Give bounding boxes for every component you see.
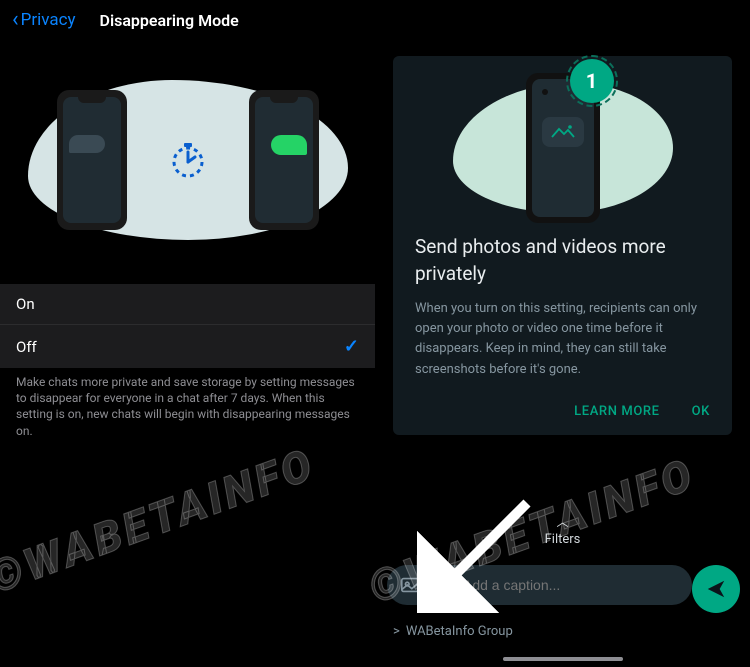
footer-note: Make chats more private and save storage…	[0, 368, 375, 439]
dialog-illustration: 1	[415, 78, 710, 218]
dialog-body: When you turn on this setting, recipient…	[415, 299, 710, 380]
back-label: Privacy	[21, 10, 76, 30]
dialog-actions: LEARN MORE OK	[415, 404, 710, 419]
option-label: Off	[16, 338, 37, 356]
back-button[interactable]: ‹ Privacy	[12, 10, 76, 30]
chevron-up-icon: ︿	[375, 513, 750, 530]
chevron-left-icon: ‹	[12, 11, 19, 29]
filters-label: Filters	[545, 532, 581, 547]
view-once-toggle-icon[interactable]: 1	[431, 574, 453, 596]
phone-illustration-right	[249, 90, 319, 230]
option-on[interactable]: On	[0, 284, 375, 325]
chevron-right-icon: >	[393, 624, 400, 639]
android-media-panel: 1 Send photos and videos more privately …	[375, 0, 750, 667]
recipient-chip[interactable]: > WABetaInfo Group	[393, 624, 513, 639]
caption-bar: 1	[387, 565, 692, 605]
dialog-heading: Send photos and videos more privately	[415, 234, 710, 287]
send-icon	[705, 578, 727, 600]
page-title: Disappearing Mode	[100, 11, 239, 30]
learn-more-button[interactable]: LEARN MORE	[574, 404, 659, 419]
filters-toggle[interactable]: ︿ Filters	[375, 513, 750, 547]
send-button[interactable]	[692, 565, 740, 613]
timer-icon	[167, 139, 209, 181]
ok-button[interactable]: OK	[692, 404, 710, 419]
hero-illustration	[0, 70, 375, 250]
option-label: On	[16, 295, 35, 313]
ios-settings-panel: ‹ Privacy Disappearing Mode	[0, 0, 375, 667]
checkmark-icon: ✓	[344, 336, 359, 357]
recipient-name: WABetaInfo Group	[406, 624, 513, 639]
home-indicator	[503, 657, 623, 661]
phone-illustration-left	[57, 90, 127, 230]
view-once-badge-icon: 1	[570, 59, 614, 103]
option-list: On Off ✓	[0, 284, 375, 368]
view-once-dialog: 1 Send photos and videos more privately …	[393, 56, 732, 435]
add-photo-icon[interactable]	[399, 574, 421, 596]
svg-text:1: 1	[439, 581, 445, 592]
nav-bar: ‹ Privacy Disappearing Mode	[0, 0, 375, 40]
caption-input[interactable]	[463, 577, 680, 593]
option-off[interactable]: Off ✓	[0, 325, 375, 368]
